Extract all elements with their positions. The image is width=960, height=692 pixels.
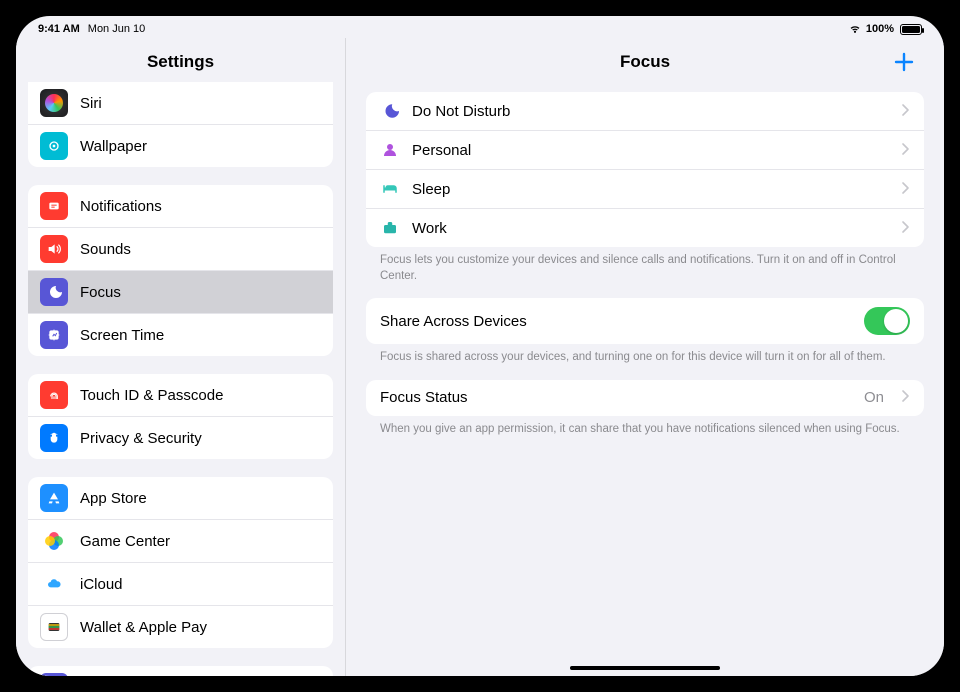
- sidebar-item-label: Wallpaper: [80, 138, 321, 155]
- share-across-label: Share Across Devices: [380, 313, 852, 330]
- sidebar-item-label: Siri: [80, 95, 321, 112]
- focus-mode-label: Sleep: [412, 181, 890, 198]
- focus-status-group: Focus Status On: [366, 380, 924, 416]
- battery-icon: [900, 24, 922, 35]
- sidebar-item-label: App Store: [80, 490, 321, 507]
- sidebar-item-notifications[interactable]: Notifications: [28, 185, 333, 227]
- settings-sidebar: Settings Siri Wallpaper Notifications Sound…: [16, 38, 346, 676]
- sidebar-item-gamecenter[interactable]: Game Center: [28, 519, 333, 562]
- sidebar-title: Settings: [16, 38, 345, 82]
- privacy-icon: [40, 424, 68, 452]
- sidebar-item-focus[interactable]: Focus: [28, 270, 333, 313]
- sidebar-item-label: Wallet & Apple Pay: [80, 619, 321, 636]
- focus-modes-footer: Focus lets you customize your devices an…: [366, 247, 924, 284]
- wallet-icon: [40, 613, 68, 641]
- icloud-icon: [40, 570, 68, 598]
- chevron-right-icon: [902, 142, 910, 159]
- focus-mode-dnd[interactable]: Do Not Disturb: [366, 92, 924, 130]
- battery-percent: 100%: [866, 23, 894, 35]
- focus-mode-label: Do Not Disturb: [412, 103, 890, 120]
- sidebar-group: Touch ID & Passcode Privacy & Security: [28, 374, 333, 459]
- briefcase-icon: [380, 218, 400, 238]
- share-across-footer: Focus is shared across your devices, and…: [366, 344, 924, 366]
- share-across-group: Share Across Devices: [366, 298, 924, 344]
- sidebar-item-wallet[interactable]: Wallet & Apple Pay: [28, 605, 333, 648]
- sidebar-group: Siri Wallpaper: [28, 82, 333, 167]
- focus-mode-label: Work: [412, 220, 890, 237]
- sidebar-item-label: iCloud: [80, 576, 321, 593]
- sidebar-item-screentime[interactable]: Screen Time: [28, 313, 333, 356]
- wallpaper-icon: [40, 132, 68, 160]
- sidebar-item-wallpaper[interactable]: Wallpaper: [28, 124, 333, 167]
- share-across-devices-row[interactable]: Share Across Devices: [366, 298, 924, 344]
- sidebar-item-label: Privacy & Security: [80, 430, 321, 447]
- chevron-right-icon: [902, 389, 910, 406]
- chevron-right-icon: [902, 181, 910, 198]
- sidebar-item-sounds[interactable]: Sounds: [28, 227, 333, 270]
- person-icon: [380, 140, 400, 160]
- moon-icon: [380, 101, 400, 121]
- focus-mode-sleep[interactable]: Sleep: [366, 169, 924, 208]
- focus-status-value: On: [864, 389, 884, 406]
- focus-mode-personal[interactable]: Personal: [366, 130, 924, 169]
- focus-main-pane: Focus Do Not Disturb Personal Sleep Work Fo…: [346, 38, 944, 676]
- sidebar-group: Apps: [28, 666, 333, 676]
- share-across-toggle[interactable]: [864, 307, 910, 335]
- add-focus-button[interactable]: [890, 48, 918, 76]
- device-frame: 9:41 AM Mon Jun 10 100% Settings Siri Wal…: [0, 0, 960, 692]
- chevron-right-icon: [902, 220, 910, 237]
- home-indicator[interactable]: [570, 666, 720, 670]
- bed-icon: [380, 179, 400, 199]
- sidebar-item-label: Touch ID & Passcode: [80, 387, 321, 404]
- touchid-icon: [40, 381, 68, 409]
- screentime-icon: [40, 321, 68, 349]
- sidebar-item-icloud[interactable]: iCloud: [28, 562, 333, 605]
- chevron-right-icon: [902, 103, 910, 120]
- focus-modes-group: Do Not Disturb Personal Sleep Work: [366, 92, 924, 247]
- screen: 9:41 AM Mon Jun 10 100% Settings Siri Wal…: [16, 16, 944, 676]
- sounds-icon: [40, 235, 68, 263]
- sidebar-item-label: Sounds: [80, 241, 321, 258]
- sidebar-item-label: Game Center: [80, 533, 321, 550]
- sidebar-item-touchid[interactable]: Touch ID & Passcode: [28, 374, 333, 416]
- focus-mode-work[interactable]: Work: [366, 208, 924, 247]
- sidebar-item-appstore[interactable]: App Store: [28, 477, 333, 519]
- appstore-icon: [40, 484, 68, 512]
- focus-mode-label: Personal: [412, 142, 890, 159]
- gamecenter-icon: [40, 527, 68, 555]
- focus-status-row[interactable]: Focus Status On: [366, 380, 924, 416]
- focus-icon: [40, 278, 68, 306]
- sidebar-group: App Store Game Center iCloud Wallet & Apple…: [28, 477, 333, 648]
- focus-status-footer: When you give an app permission, it can …: [366, 416, 924, 438]
- focus-status-label: Focus Status: [380, 389, 852, 406]
- sidebar-item-label: Screen Time: [80, 327, 321, 344]
- notifications-icon: [40, 192, 68, 220]
- status-bar: 9:41 AM Mon Jun 10 100%: [16, 16, 944, 38]
- sidebar-item-privacy[interactable]: Privacy & Security: [28, 416, 333, 459]
- apps-icon: [40, 673, 68, 676]
- sidebar-item-apps[interactable]: Apps: [28, 666, 333, 676]
- sidebar-item-label: Notifications: [80, 198, 321, 215]
- status-date: Mon Jun 10: [88, 23, 145, 35]
- sidebar-item-siri[interactable]: Siri: [28, 82, 333, 124]
- wifi-icon: [848, 24, 862, 34]
- siri-icon: [40, 89, 68, 117]
- status-time: 9:41 AM: [38, 23, 80, 35]
- sidebar-item-label: Focus: [80, 284, 321, 301]
- page-title: Focus: [620, 52, 670, 72]
- sidebar-group: Notifications Sounds Focus Screen Time: [28, 185, 333, 356]
